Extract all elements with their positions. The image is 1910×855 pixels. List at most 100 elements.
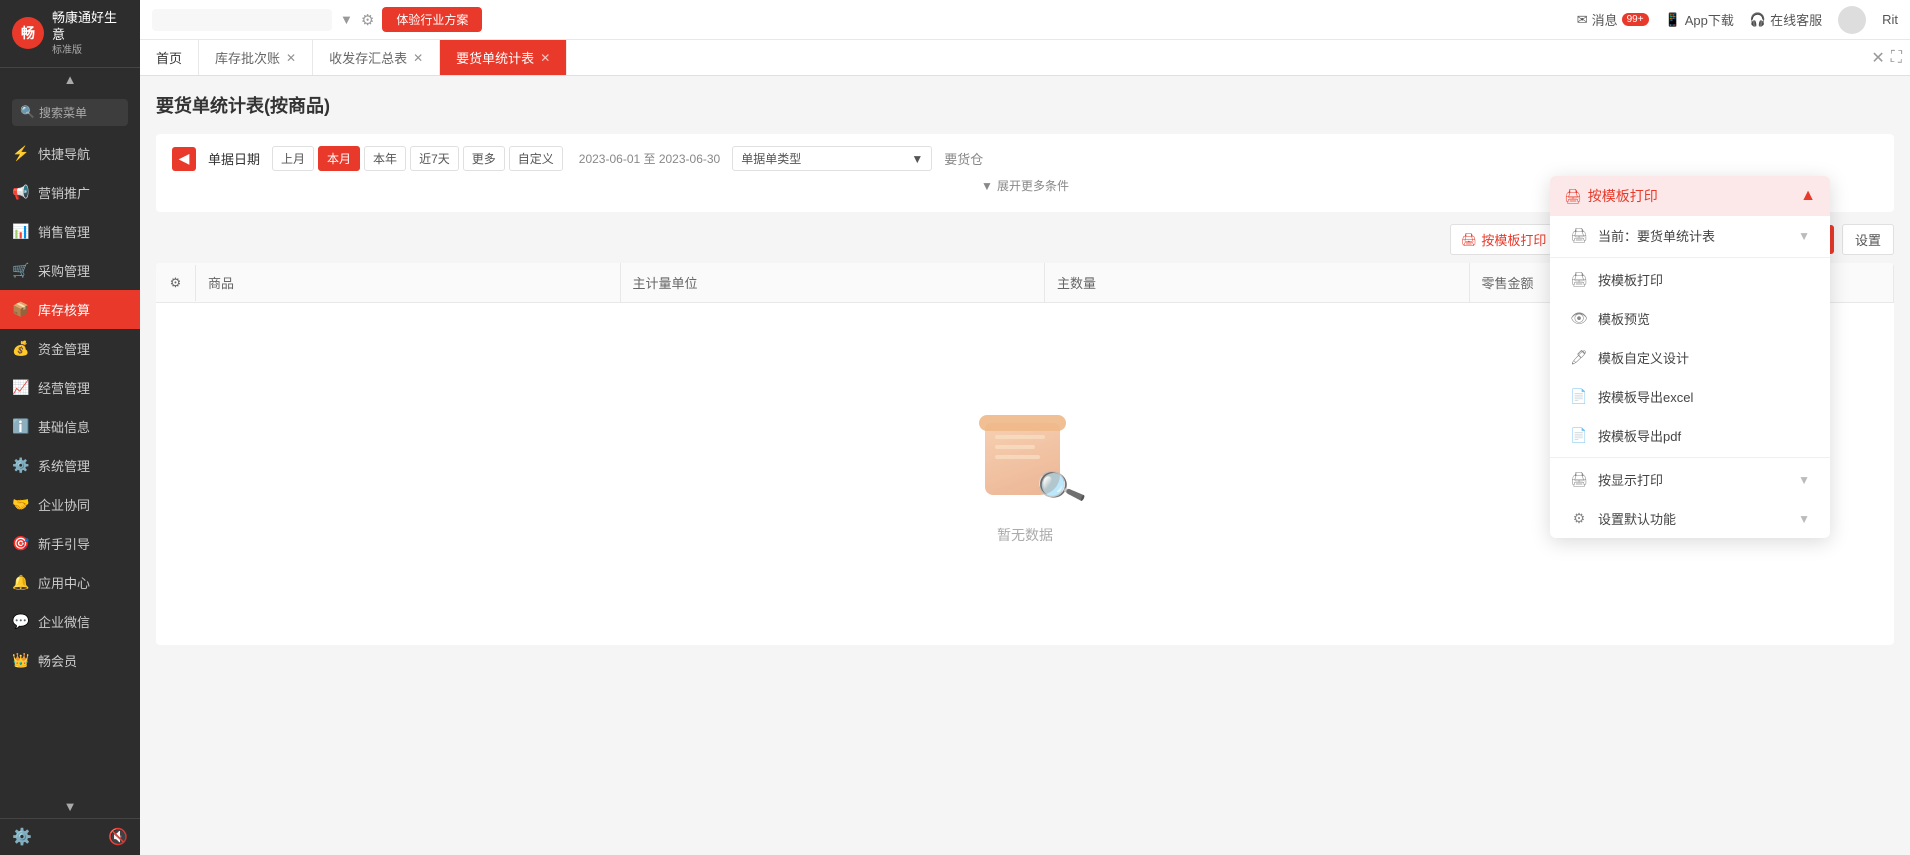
template-print-icon: 🖨 (1570, 271, 1588, 288)
tab-expand-icon[interactable]: ⛶ (1891, 49, 1902, 67)
username-label[interactable]: Rit (1882, 12, 1898, 27)
topbar: ▼ ⚙ 体验行业方案 ✉ 消息 99+ 📱 App下载 🎧 在线客服 Rit (140, 0, 1910, 40)
sidebar-item-operation[interactable]: 📈 经营管理 (0, 368, 140, 407)
export-excel-icon: 📄 (1570, 388, 1588, 405)
template-print-btn[interactable]: 🖨 按模板打印 (1450, 224, 1558, 255)
sidebar-bottom: ⚙️ 🔇 (0, 818, 140, 855)
tab-batch-close[interactable]: ✕ (286, 51, 296, 65)
sidebar-item-system[interactable]: ⚙️ 系统管理 (0, 446, 140, 485)
wechat-icon: 💬 (12, 612, 30, 630)
purchase-icon: 🛒 (12, 261, 30, 279)
printer-dropdown-icon: 🖨 (1564, 188, 1582, 205)
display-print-arrow-icon: ▼ (1798, 473, 1810, 487)
member-icon: 👑 (12, 651, 30, 669)
topbar-msg-btn[interactable]: ✉ 消息 99+ (1577, 10, 1649, 29)
order-type-select[interactable]: 单据单类型 ▼ (732, 146, 932, 171)
template-preview-icon: 👁 (1570, 310, 1588, 327)
sidebar-item-basic[interactable]: ℹ️ 基础信息 (0, 407, 140, 446)
sidebar-item-marketing[interactable]: 📢 营销推广 (0, 173, 140, 212)
topbar-service-btn[interactable]: 🎧 在线客服 (1750, 10, 1822, 29)
table-col-goods: 商品 (196, 263, 621, 302)
dropdown-item-template-print[interactable]: 🖨 按模板打印 (1550, 260, 1830, 299)
msg-icon: ✉ (1577, 12, 1588, 28)
sidebar-item-appstore[interactable]: 🔔 应用中心 (0, 563, 140, 602)
topbar-app-btn[interactable]: 📱 App下载 (1665, 10, 1734, 29)
empty-illustration-icon: 🔍 (965, 403, 1085, 513)
topbar-gear-icon[interactable]: ⚙ (361, 11, 374, 29)
dropdown-item-set-default[interactable]: ⚙ 设置默认功能 ▼ (1550, 499, 1830, 538)
app-logo: 畅 畅康通好生意 标准版 (0, 0, 140, 68)
service-icon: 🎧 (1750, 12, 1766, 28)
template-print-dropdown: 🖨 按模板打印 ▲ 🖨 当前：要货单统计表 ▼ 🖨 按模板打印 👁 模板预览 (1550, 176, 1830, 538)
settings-bottom-icon[interactable]: ⚙️ (12, 827, 32, 847)
expand-icon: ▼ (981, 179, 993, 193)
date-btn-7days[interactable]: 近7天 (410, 146, 459, 171)
system-icon: ⚙️ (12, 456, 30, 474)
dropdown-item-export-pdf[interactable]: 📄 按模板导出pdf (1550, 416, 1830, 455)
sidebar-item-member[interactable]: 👑 畅会员 (0, 641, 140, 680)
current-template-icon: 🖨 (1570, 227, 1588, 244)
tab-cashier-close[interactable]: ✕ (413, 51, 423, 65)
dropdown-item-template-preview[interactable]: 👁 模板预览 (1550, 299, 1830, 338)
select-arrow-icon: ▼ (911, 152, 923, 166)
dropdown-item-export-excel[interactable]: 📄 按模板导出excel (1550, 377, 1830, 416)
sidebar: 畅 畅康通好生意 标准版 ▲ 🔍 搜索菜单 ⚡ 快捷导航 📢 营销推广 📊 销售… (0, 0, 140, 855)
sidebar-scroll-up[interactable]: ▲ (0, 68, 140, 91)
filter-toggle-btn[interactable]: ◀ (172, 147, 196, 171)
set-default-icon: ⚙ (1570, 510, 1588, 527)
table-col-gear[interactable]: ⚙ (156, 265, 196, 301)
date-btn-this-year[interactable]: 本年 (364, 146, 406, 171)
tab-home[interactable]: 首页 (140, 40, 199, 75)
tab-order-stat-close[interactable]: ✕ (540, 51, 550, 65)
sidebar-item-inventory[interactable]: 📦 库存核算 (0, 290, 140, 329)
date-btn-more[interactable]: 更多 (463, 146, 505, 171)
search-icon: 🔍 (20, 105, 35, 119)
tab-order-stat[interactable]: 要货单统计表 ✕ (440, 40, 567, 75)
app-subtitle: 标准版 (52, 44, 128, 57)
sales-icon: 📊 (12, 222, 30, 240)
date-options-group: 上月 本月 本年 近7天 更多 自定义 (272, 146, 563, 171)
trial-btn[interactable]: 体验行业方案 (382, 7, 482, 32)
empty-state: 🔍 暂无数据 (965, 343, 1085, 605)
sidebar-item-sales[interactable]: 📊 销售管理 (0, 212, 140, 251)
tab-batch[interactable]: 库存批次账 ✕ (199, 40, 313, 75)
date-btn-custom[interactable]: 自定义 (509, 146, 563, 171)
search-menu-button[interactable]: 🔍 搜索菜单 (12, 99, 128, 126)
dropdown-item-template-custom[interactable]: 🖊 模板自定义设计 (1550, 338, 1830, 377)
sidebar-scroll-down[interactable]: ▼ (0, 795, 140, 818)
sidebar-item-collab[interactable]: 🤝 企业协同 (0, 485, 140, 524)
date-btn-this-month[interactable]: 本月 (318, 146, 360, 171)
sidebar-item-wechat[interactable]: 💬 企业微信 (0, 602, 140, 641)
tabbar: 首页 库存批次账 ✕ 收发存汇总表 ✕ 要货单统计表 ✕ ✕ ⛶ (140, 40, 1910, 76)
operation-icon: 📈 (12, 378, 30, 396)
collab-icon: 🤝 (12, 495, 30, 513)
set-default-arrow-icon: ▼ (1798, 512, 1810, 526)
dropdown-close-icon[interactable]: ▲ (1800, 187, 1816, 205)
logo-text: 畅康通好生意 标准版 (52, 10, 128, 57)
divider-1 (1550, 257, 1830, 258)
settings-btn[interactable]: 设置 (1842, 224, 1894, 255)
inventory-icon: 📦 (12, 300, 30, 318)
topbar-search-input[interactable] (152, 9, 332, 31)
date-btn-last-month[interactable]: 上月 (272, 146, 314, 171)
guide-icon: 🎯 (12, 534, 30, 552)
sidebar-item-guide[interactable]: 🎯 新手引导 (0, 524, 140, 563)
dropdown-title: 🖨 按模板打印 (1564, 186, 1658, 206)
dropdown-item-display-print[interactable]: 🖨 按显示打印 ▼ (1550, 460, 1830, 499)
sidebar-item-purchase[interactable]: 🛒 采购管理 (0, 251, 140, 290)
sidebar-item-finance[interactable]: 💰 资金管理 (0, 329, 140, 368)
tab-cashier[interactable]: 收发存汇总表 ✕ (313, 40, 440, 75)
dropdown-item-current[interactable]: 🖨 当前：要货单统计表 ▼ (1550, 216, 1830, 255)
app-title: 畅康通好生意 (52, 10, 128, 44)
sidebar-item-quick-nav[interactable]: ⚡ 快捷导航 (0, 134, 140, 173)
mute-icon[interactable]: 🔇 (108, 827, 128, 847)
quick-nav-icon: ⚡ (12, 144, 30, 162)
date-range-label: 2023-06-01 至 2023-06-30 (579, 150, 720, 167)
msg-badge: 99+ (1622, 13, 1649, 26)
tab-close-all-icon[interactable]: ✕ (1871, 48, 1884, 68)
app-icon: 📱 (1665, 12, 1681, 28)
topbar-search-arrow[interactable]: ▼ (340, 12, 353, 27)
appstore-icon: 🔔 (12, 573, 30, 591)
avatar[interactable] (1838, 6, 1866, 34)
filter-toggle-icon: ◀ (179, 150, 190, 167)
